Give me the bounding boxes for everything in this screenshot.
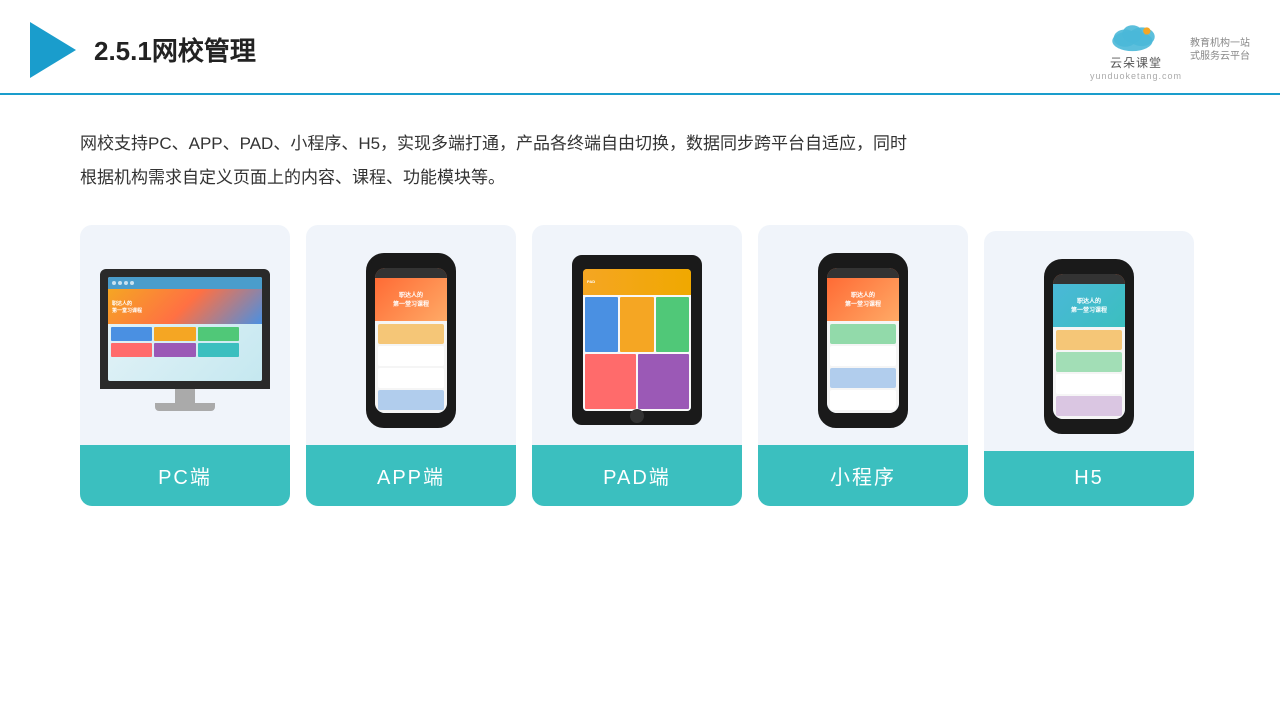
card-pc-image: 职达人的第一堂习课程 xyxy=(80,225,290,445)
pc-mockup: 职达人的第一堂习课程 xyxy=(100,269,270,411)
tablet-screen: PAD xyxy=(583,269,691,411)
card-pad: PAD PAD端 xyxy=(532,225,742,506)
play-icon xyxy=(30,22,76,78)
card-pad-image: PAD xyxy=(532,225,742,445)
card-miniprogram-label: 小程序 xyxy=(758,445,968,506)
card-app-image: 职达人的第一堂习课程 xyxy=(306,225,516,445)
description-text: 网校支持PC、APP、PAD、小程序、H5，实现多端打通，产品各终端自由切换，数… xyxy=(0,95,950,215)
brand-logo: 云朵课堂 yunduoketang.com xyxy=(1090,18,1182,81)
cloud-icon xyxy=(1106,18,1166,54)
phone-notch-3 xyxy=(1074,267,1104,273)
phone-notch xyxy=(396,261,426,267)
card-miniprogram-image: 职达人的第一堂习课程 xyxy=(758,225,968,445)
cards-container: 职达人的第一堂习课程 PC端 xyxy=(0,215,1280,526)
monitor-frame: 职达人的第一堂习课程 xyxy=(100,269,270,389)
app-phone-screen: 职达人的第一堂习课程 xyxy=(375,268,447,413)
h5-phone-screen: 职达人的第一堂习课程 xyxy=(1053,274,1125,419)
card-pc-label: PC端 xyxy=(80,445,290,506)
header-right: 云朵课堂 yunduoketang.com 教育机构一站式服务云平台 xyxy=(1090,18,1250,81)
h5-phone-mockup: 职达人的第一堂习课程 xyxy=(1044,259,1134,434)
card-pad-label: PAD端 xyxy=(532,445,742,506)
miniprogram-phone-mockup: 职达人的第一堂习课程 xyxy=(818,253,908,428)
card-h5: 职达人的第一堂习课程 H5 xyxy=(984,231,1194,506)
card-miniprogram: 职达人的第一堂习课程 小程序 xyxy=(758,225,968,506)
card-app-label: APP端 xyxy=(306,445,516,506)
miniprogram-phone-screen: 职达人的第一堂习课程 xyxy=(827,268,899,413)
header-left: 2.5.1网校管理 xyxy=(30,22,256,78)
card-app: 职达人的第一堂习课程 APP端 xyxy=(306,225,516,506)
card-h5-label: H5 xyxy=(984,451,1194,506)
app-phone-mockup: 职达人的第一堂习课程 xyxy=(366,253,456,428)
header: 2.5.1网校管理 云朵课堂 yunduoketang.com 教育机构 xyxy=(0,0,1280,95)
brand-url: yunduoketang.com xyxy=(1090,71,1182,81)
monitor-screen: 职达人的第一堂习课程 xyxy=(108,277,262,381)
brand-tagline: 教育机构一站式服务云平台 xyxy=(1190,37,1250,63)
brand-name: 云朵课堂 xyxy=(1110,54,1162,71)
tablet-mockup: PAD xyxy=(572,255,702,425)
card-h5-image: 职达人的第一堂习课程 xyxy=(984,231,1194,451)
tablet-home-btn xyxy=(630,409,644,423)
card-pc: 职达人的第一堂习课程 PC端 xyxy=(80,225,290,506)
page-title: 2.5.1网校管理 xyxy=(94,31,256,68)
phone-notch-2 xyxy=(848,261,878,267)
